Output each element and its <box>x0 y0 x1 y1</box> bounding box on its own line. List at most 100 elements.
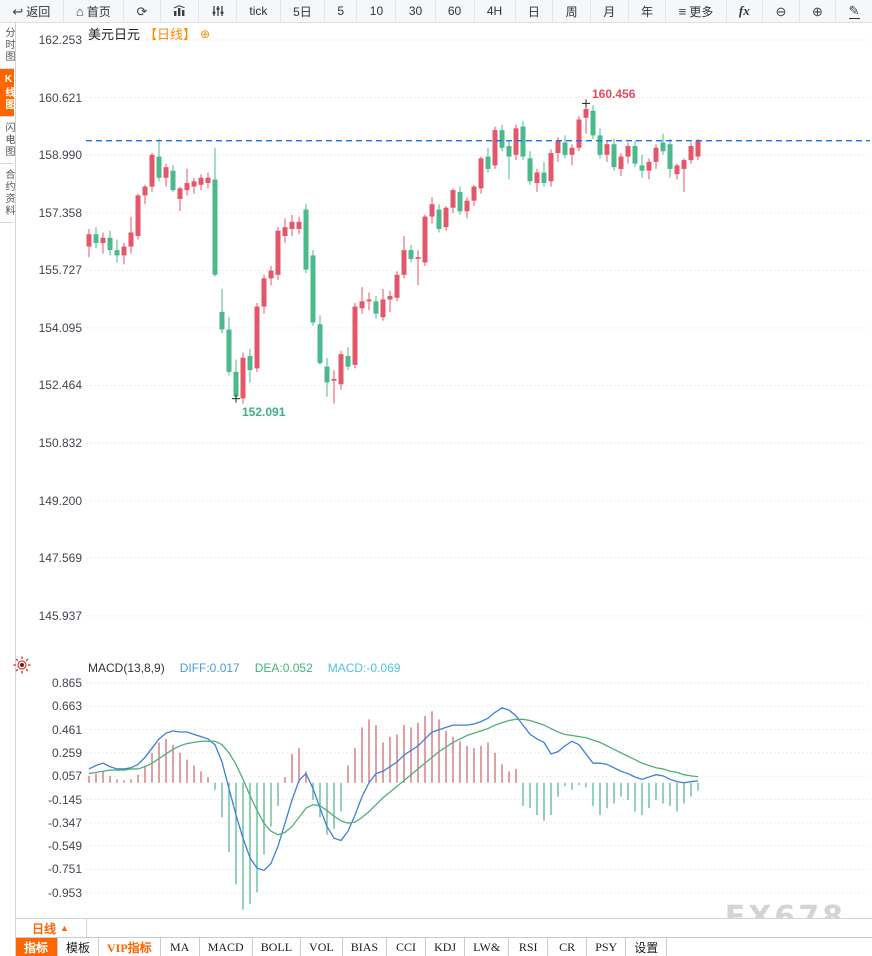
sidebar-item-lightning-chart[interactable]: 闪电图 <box>0 117 14 164</box>
topbar-item-period-4h[interactable]: 4H <box>475 0 516 22</box>
topbar-item-period-day[interactable]: 日 <box>516 0 554 22</box>
candle-body <box>282 227 288 236</box>
topbar-item-period-10[interactable]: 10 <box>357 0 397 22</box>
candle-body <box>184 183 190 191</box>
candle-body <box>534 172 540 184</box>
candle-body <box>359 301 365 309</box>
candle-body <box>499 130 505 148</box>
candle-body <box>338 354 344 385</box>
candle-body <box>247 355 253 371</box>
topbar-item-period-week[interactable]: 周 <box>553 0 591 22</box>
topbar-item-indicator-params[interactable] <box>199 0 238 22</box>
indicator-tab-rsi[interactable]: RSI <box>509 938 549 956</box>
topbar-item-chart-type[interactable] <box>161 0 200 22</box>
candle-body <box>513 128 519 155</box>
topbar-item-draw[interactable]: ✎ <box>836 0 872 22</box>
macd-dea-line <box>88 718 699 836</box>
candle-body <box>688 145 694 161</box>
indicator-tab-cci[interactable]: CCI <box>387 938 427 956</box>
topbar-item-refresh[interactable]: ⟳ <box>124 0 161 22</box>
macd-name: MACD(13,8,9) <box>88 661 165 675</box>
candle-body <box>415 257 421 259</box>
indicator-tab-vol[interactable]: VOL <box>301 938 343 956</box>
candle-body <box>380 299 386 318</box>
candle-body <box>639 165 645 171</box>
candle-body <box>352 306 358 365</box>
indicator-tab-macd[interactable]: MACD <box>200 938 253 956</box>
topbar-item-zoom-in[interactable]: ⊕ <box>800 0 837 22</box>
topbar-item-label: fx <box>738 3 750 18</box>
candle-body <box>485 156 491 169</box>
candle-body <box>611 144 617 168</box>
zoom-in-icon: ⊕ <box>812 3 823 19</box>
period-label: 日线 <box>32 921 57 936</box>
candle-body <box>345 355 351 367</box>
candle-body <box>555 140 561 154</box>
indicator-tab-vip-indicator[interactable]: VIP指标 <box>99 938 161 956</box>
candle-body <box>310 255 316 323</box>
high-price-annotation: 160.456 <box>592 87 636 102</box>
candle-body <box>681 160 687 169</box>
price-axis-label: 160.621 <box>38 90 82 105</box>
indicator-tab-psy[interactable]: PSY <box>587 938 627 956</box>
candle-body <box>100 237 106 244</box>
topbar-item-zoom-out[interactable]: ⊖ <box>763 0 800 22</box>
price-axis-label: 150.832 <box>38 436 82 451</box>
candle-body <box>625 145 631 157</box>
period-tag: 【日线】 <box>144 27 197 42</box>
topbar-item-period-year[interactable]: 年 <box>629 0 667 22</box>
topbar-item-period-60[interactable]: 60 <box>436 0 475 22</box>
sidebar-item-time-chart[interactable]: 分时图 <box>0 22 14 69</box>
macd-header: MACD(13,8,9) DIFF:0.017 DEA:0.052 MACD:-… <box>88 661 400 675</box>
topbar-item-period-tick[interactable]: tick <box>237 0 281 22</box>
sidebar-item-kline-chart[interactable]: K线图 <box>0 69 14 117</box>
indicator-tab-boll[interactable]: BOLL <box>253 938 302 956</box>
price-axis-label: 147.569 <box>38 551 82 566</box>
left-sidebar: 分时图 K线图 闪电图 合约资料 <box>0 22 16 956</box>
candle-body <box>261 278 267 307</box>
sidebar-item-contract-info[interactable]: 合约资料 <box>0 164 14 223</box>
candle-body <box>128 232 134 247</box>
indicator-tab-bias[interactable]: BIAS <box>343 938 388 956</box>
topbar-item-home[interactable]: ⌂ 首页 <box>64 0 125 22</box>
topbar-item-label: 60 <box>447 4 462 18</box>
period-selector[interactable]: 日线 ▲ <box>15 919 87 937</box>
macd-axis-label: -0.145 <box>47 792 82 807</box>
candle-body <box>646 161 652 171</box>
topbar-item-period-30[interactable]: 30 <box>396 0 436 22</box>
candle-body <box>198 177 204 185</box>
price-axis-label: 155.727 <box>38 263 82 278</box>
sun-icon[interactable] <box>13 656 31 679</box>
indicator-tab-kdj[interactable]: KDJ <box>426 938 466 956</box>
candle-body <box>478 158 484 189</box>
candle-body <box>149 154 155 187</box>
topbar-item-label: 5 <box>337 4 345 18</box>
topbar-item-period-5d[interactable]: 5日 <box>281 0 326 22</box>
indicator-tab-settings[interactable]: 设置 <box>626 938 668 956</box>
topbar-item-fx[interactable]: fx <box>727 0 764 22</box>
add-to-watchlist-icon[interactable]: ⊕ <box>200 27 210 41</box>
back-icon: ↩ <box>12 3 24 19</box>
indicator-tab-lwr[interactable]: LW& <box>465 938 510 956</box>
candle-body <box>387 295 393 300</box>
candle-body <box>212 179 218 275</box>
topbar-item-label: 更多 <box>689 4 714 19</box>
topbar-item-back[interactable]: ↩ 返回 <box>0 0 64 22</box>
candle-body <box>604 144 610 155</box>
topbar-item-more[interactable]: ≡ 更多 <box>666 0 727 22</box>
chart-canvas[interactable] <box>0 0 872 956</box>
price-axis-label: 145.937 <box>38 608 82 623</box>
indicator-tab-indicator[interactable]: 指标 <box>15 938 58 956</box>
indicator-tab-template[interactable]: 模板 <box>58 938 100 956</box>
candle-body <box>695 140 701 157</box>
candle-body <box>156 156 162 178</box>
topbar-item-period-month[interactable]: 月 <box>591 0 629 22</box>
price-axis-label: 154.095 <box>38 320 82 335</box>
candle-body <box>520 126 526 157</box>
topbar-item-period-5[interactable]: 5 <box>325 0 358 22</box>
indicator-toolbar: 指标 模板 VIP指标 MA MACD BOLL VOL BIAS CCI KDJ LW& RSI CR… <box>15 937 872 956</box>
indicator-tab-cr[interactable]: CR <box>548 938 588 956</box>
candle-body <box>436 209 442 229</box>
indicator-tab-ma[interactable]: MA <box>161 938 200 956</box>
candle-body <box>163 167 169 178</box>
